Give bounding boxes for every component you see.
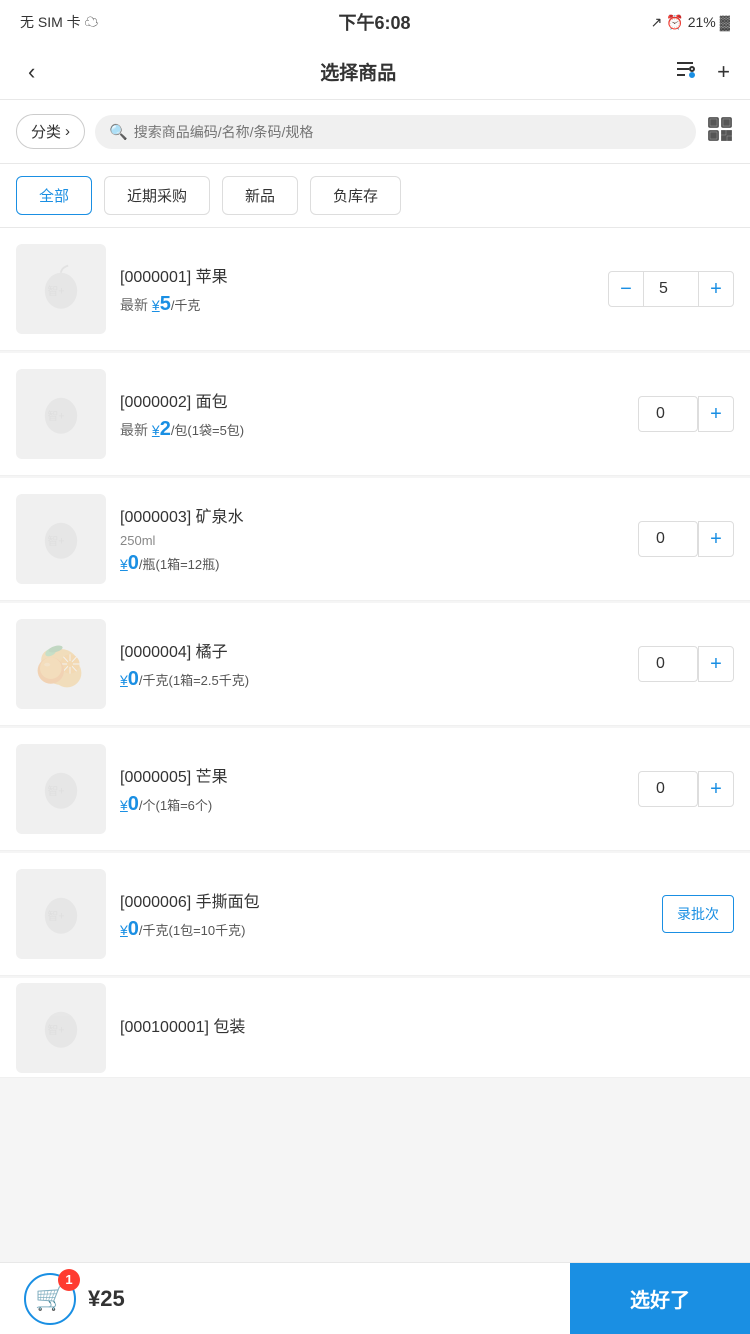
product-name: [0000003] 矿泉水 [120,503,638,527]
product-name: [0000006] 手撕面包 [120,888,662,912]
list-item: 智+ [0000003] 矿泉水 250ml ¥0/瓶(1箱=12瓶) + [0,478,750,601]
cart-badge: 1 [58,1269,80,1291]
record-batch-button[interactable]: 录批次 [662,895,734,933]
search-input-wrap: 🔍 [95,115,696,149]
sim-text: 无 SIM 卡 ☁ [20,12,99,32]
product-info-0000005: [0000005] 芒果 ¥0/个(1箱=6个) [120,763,638,816]
quantity-increase-button[interactable]: + [698,771,734,807]
tab-bar: 全部 近期采购 新品 负库存 [0,164,750,228]
quantity-control-0000003: + [638,521,734,557]
product-info-0000006: [0000006] 手撕面包 ¥0/千克(1包=10千克) [120,888,662,941]
quantity-input[interactable] [638,771,698,807]
cart-icon: 🛒 [35,1284,65,1313]
quantity-input[interactable] [638,396,698,432]
cart-area: 🛒 1 ¥25 [0,1273,570,1325]
confirm-button[interactable]: 选好了 [570,1263,750,1334]
svg-text:智+: 智+ [48,784,65,797]
product-name: [000100001] 包装 [120,1013,734,1037]
add-button[interactable]: + [717,59,730,85]
list-item: 智+ [0000002] 面包 最新 ¥2/包(1袋=5包) + [0,353,750,476]
quantity-control-0000002: + [638,396,734,432]
product-spec: 250ml [120,533,638,548]
svg-text:智+: 智+ [48,909,65,922]
product-price: ¥0/瓶(1箱=12瓶) [120,552,638,575]
qr-scan-button[interactable] [706,115,734,149]
product-name: [0000004] 橘子 [120,638,638,662]
status-left: 无 SIM 卡 ☁ [20,12,99,32]
svg-text:智+: 智+ [48,534,65,547]
product-info-0000003: [0000003] 矿泉水 250ml ¥0/瓶(1箱=12瓶) [120,503,638,575]
tab-recent-purchase[interactable]: 近期采购 [104,176,210,215]
product-image-0000002: 智+ [16,369,106,459]
product-name: [0000005] 芒果 [120,763,638,787]
status-bar: 无 SIM 卡 ☁ 下午6:08 ↗ ⏰ 21% ▓ [0,0,750,44]
nav-actions: + [673,57,730,87]
tab-all[interactable]: 全部 [16,176,92,215]
alarm-icon: ⏰ [666,14,683,31]
status-time: 下午6:08 [339,9,411,35]
quantity-control-0000001: − + [608,271,734,307]
product-image-partial: 智+ [16,983,106,1073]
list-item: 智+ [0000005] 芒果 ¥0/个(1箱=6个) + [0,728,750,851]
location-icon: ↗ [651,14,663,31]
svg-text:智+: 智+ [48,1023,65,1036]
product-price: ¥0/千克(1箱=2.5千克) [120,668,638,691]
back-button[interactable]: ‹ [20,51,43,93]
list-item: 智+ [0000006] 手撕面包 ¥0/千克(1包=10千克) 录批次 [0,853,750,976]
search-input[interactable] [134,124,682,140]
quantity-increase-button[interactable]: + [698,646,734,682]
product-name: [0000002] 面包 [120,388,638,412]
product-image-0000004 [16,619,106,709]
product-image-0000001: 智+ [16,244,106,334]
product-image-0000006: 智+ [16,869,106,959]
battery-icon: ▓ [720,14,730,30]
cart-button[interactable]: 🛒 1 [24,1273,76,1325]
quantity-input[interactable] [638,521,698,557]
product-info-0000001: [0000001] 苹果 最新 ¥5/千克 [120,263,608,316]
product-price: 最新 ¥2/包(1袋=5包) [120,418,638,441]
quantity-input[interactable] [644,271,698,307]
filter-button[interactable] [673,57,697,87]
quantity-input[interactable] [638,646,698,682]
product-list: 智+ [0000001] 苹果 最新 ¥5/千克 − + 智+ [0000002… [0,228,750,1078]
search-icon: 🔍 [109,123,128,141]
product-info-partial: [000100001] 包装 [120,1013,734,1043]
list-item: 智+ [0000001] 苹果 最新 ¥5/千克 − + [0,228,750,351]
product-name: [0000001] 苹果 [120,263,608,287]
battery-text: 21% [688,14,716,30]
product-image-0000005: 智+ [16,744,106,834]
quantity-control-0000004: + [638,646,734,682]
status-right: ↗ ⏰ 21% ▓ [651,14,730,31]
tab-negative-stock[interactable]: 负库存 [310,176,401,215]
quantity-decrease-button[interactable]: − [608,271,644,307]
bottom-bar: 🛒 1 ¥25 选好了 [0,1262,750,1334]
product-info-0000002: [0000002] 面包 最新 ¥2/包(1袋=5包) [120,388,638,441]
chevron-right-icon: › [65,123,70,140]
search-bar: 分类 › 🔍 [0,100,750,164]
svg-text:智+: 智+ [48,284,65,297]
product-price: 最新 ¥5/千克 [120,293,608,316]
tab-new[interactable]: 新品 [222,176,298,215]
list-item: 智+ [000100001] 包装 [0,978,750,1078]
product-info-0000004: [0000004] 橘子 ¥0/千克(1箱=2.5千克) [120,638,638,691]
nav-bar: ‹ 选择商品 + [0,44,750,100]
svg-text:智+: 智+ [48,409,65,422]
product-image-0000003: 智+ [16,494,106,584]
product-price: ¥0/个(1箱=6个) [120,793,638,816]
quantity-control-0000005: + [638,771,734,807]
quantity-increase-button[interactable]: + [698,271,734,307]
product-price: ¥0/千克(1包=10千克) [120,918,662,941]
page-title: 选择商品 [320,58,396,85]
quantity-increase-button[interactable]: + [698,521,734,557]
quantity-increase-button[interactable]: + [698,396,734,432]
category-button[interactable]: 分类 › [16,114,85,149]
cart-total-price: ¥25 [88,1286,125,1312]
list-item: [0000004] 橘子 ¥0/千克(1箱=2.5千克) + [0,603,750,726]
